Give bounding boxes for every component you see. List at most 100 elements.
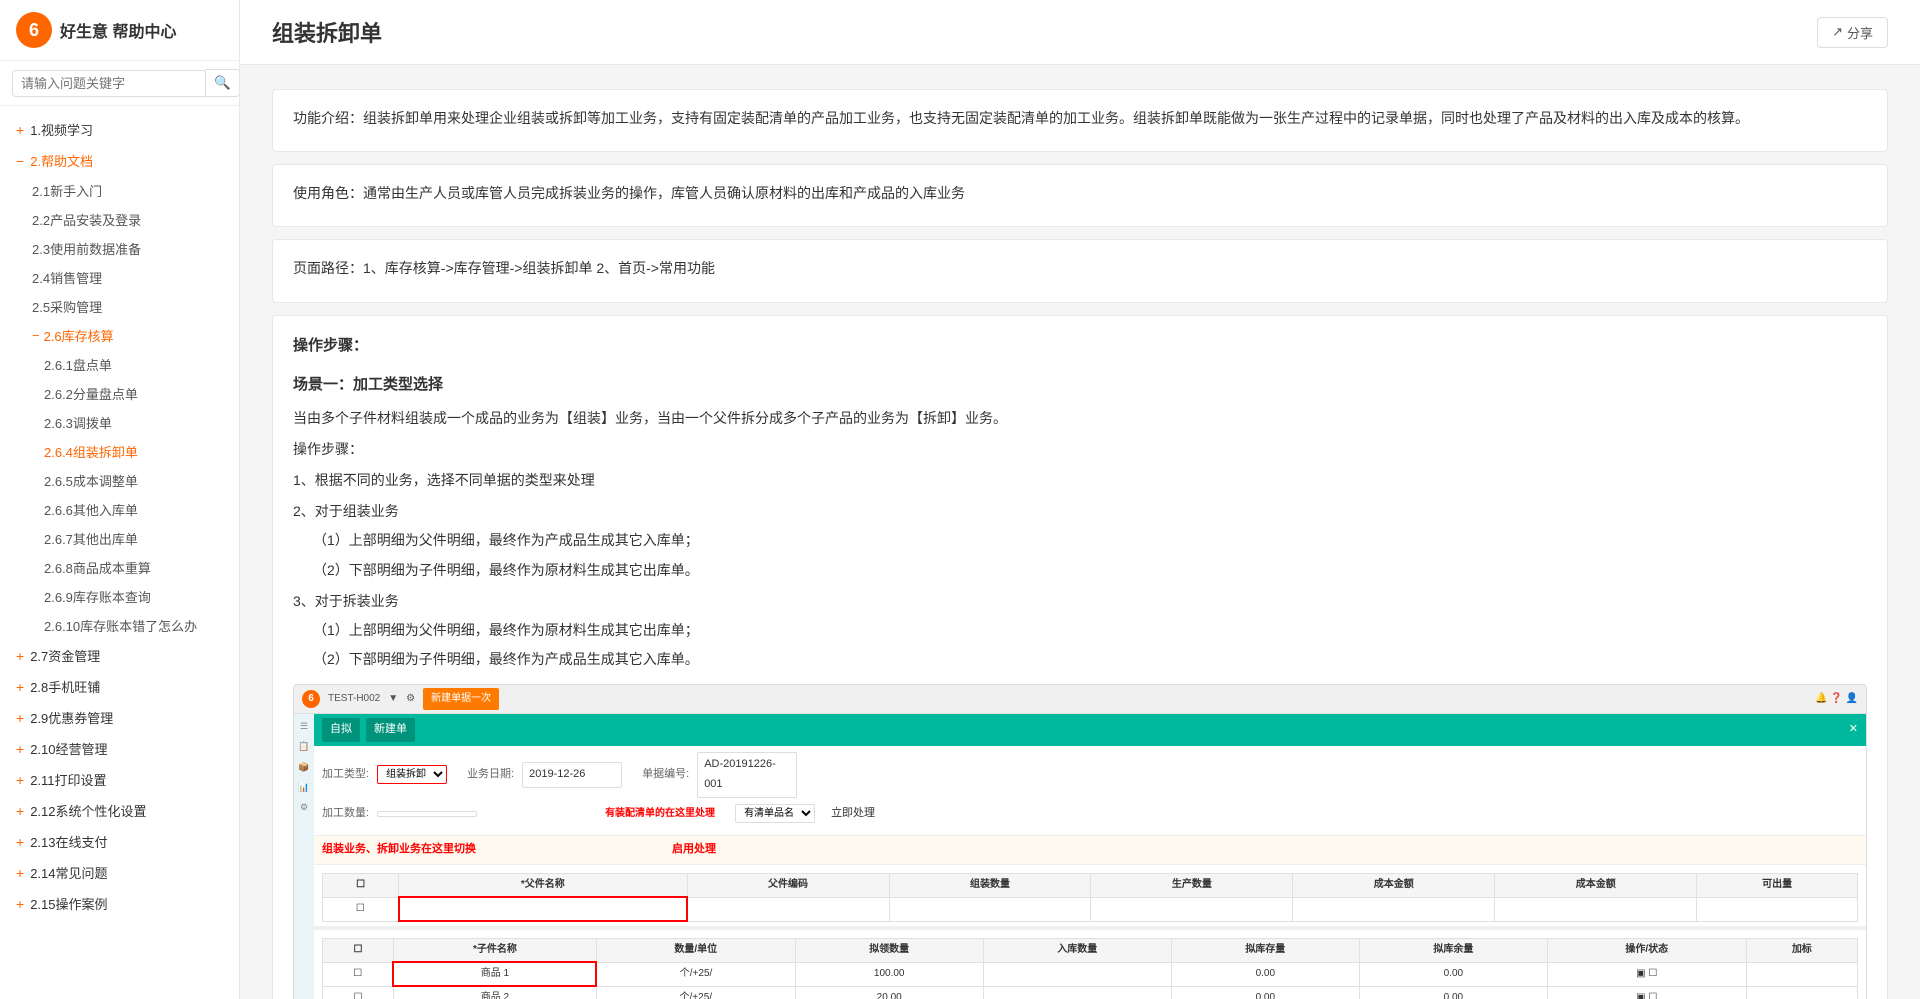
mock-th-qty: 组装数量	[889, 874, 1091, 898]
mock-nav-icon-3: 📦	[298, 759, 309, 775]
minus-icon: −	[16, 153, 24, 169]
sidebar-item-label: 2.帮助文档	[30, 151, 93, 170]
mock-parent-input[interactable]	[513, 903, 573, 914]
mock-ltd-cb-1: ☐	[323, 962, 394, 986]
sidebar-sub-label: 2.4销售管理	[32, 268, 102, 287]
mock-td-checkbox: ☐	[323, 897, 399, 921]
mock-ltd-pr-2: 0.00	[1359, 986, 1547, 999]
sidebar-item-sales[interactable]: 2.4销售管理	[0, 263, 239, 292]
mock-lower-header-row: ☐ *子件名称 数量/单位 拟领数量 入库数量 拟库存量 拟库余量 操作/状态	[323, 939, 1858, 963]
mock-lower-thead: ☐ *子件名称 数量/单位 拟领数量 入库数量 拟库存量 拟库余量 操作/状态	[323, 939, 1858, 963]
sidebar-item-otheroutstock[interactable]: 2.6.7其他出库单	[0, 524, 239, 553]
mock-upper-thead: ☐ *父件名称 父件编码 组装数量 生产数量 成本金额 成本金额 可出量	[323, 874, 1858, 898]
mock-nav-icon-2: 📋	[298, 738, 309, 754]
sidebar-item-transfer[interactable]: 2.6.3调拨单	[0, 408, 239, 437]
sidebar-item-cases[interactable]: + 2.15操作案例	[0, 888, 239, 919]
mock-th-parent-code: 父件编码	[687, 874, 889, 898]
plus-icon: +	[16, 803, 24, 819]
sidebar-item-finance[interactable]: + 2.7资金管理	[0, 640, 239, 671]
sidebar-item-customize[interactable]: + 2.12系统个性化设置	[0, 795, 239, 826]
sidebar-item-costadjust[interactable]: 2.6.5成本调整单	[0, 466, 239, 495]
sidebar-item-faq[interactable]: + 2.14常见问题	[0, 857, 239, 888]
sidebar-item-install[interactable]: 2.2产品安装及登录	[0, 205, 239, 234]
sidebar-item-inventory[interactable]: − 2.6库存核算	[0, 321, 239, 350]
mock-select-clearlist[interactable]: 有清单品名	[735, 804, 815, 823]
logo-text: 好生意 帮助中心	[60, 18, 176, 42]
sidebar-item-costrecalc[interactable]: 2.6.8商品成本重算	[0, 553, 239, 582]
mock-ltd-ps-2: 0.00	[1171, 986, 1359, 999]
mock-ltd-ops-1: ▣ ☐	[1547, 962, 1746, 986]
main-panel: 组装拆卸单 ↗ 分享 功能介绍：组装拆卸单用来处理企业组装或拆卸等加工业务，支持…	[240, 0, 1920, 999]
sidebar-item-bookfix[interactable]: 2.6.10库存账本错了怎么办	[0, 611, 239, 640]
search-button[interactable]: 🔍	[206, 69, 240, 97]
sidebar-item-newuser[interactable]: 2.1新手入门	[0, 176, 239, 205]
sidebar-item-purchase[interactable]: 2.5采购管理	[0, 292, 239, 321]
share-button[interactable]: ↗ 分享	[1817, 17, 1888, 48]
plus-icon: +	[16, 648, 24, 664]
sidebar-sub-label: 2.2产品安装及登录	[32, 210, 141, 229]
intro-text-3: 页面路径：1、库存核算->库存管理->组装拆卸单 2、首页->常用功能	[293, 256, 1867, 281]
step2-sub2: （2）下部明细为子件明细，最终作为原材料生成其它出库单。	[313, 558, 1867, 583]
mock-td-cost2	[1495, 897, 1697, 921]
step2-text: 2、对于组装业务	[293, 499, 1867, 524]
mock-ltd-flag-1	[1746, 962, 1857, 986]
mock-form-area: 加工类型: 组装拆卸 业务日期: 2019-12-26 单据编号: AD-201…	[314, 746, 1866, 836]
mock-lth-opstate: 操作/状态	[1547, 939, 1746, 963]
sidebar-item-payment[interactable]: + 2.13在线支付	[0, 826, 239, 857]
intro-box-1: 功能介绍：组装拆卸单用来处理企业组装或拆卸等加工业务，支持有固定装配清单的产品加…	[272, 89, 1888, 152]
plus-icon: +	[16, 710, 24, 726]
table-row: ☐ 商品 1 个/+25/ 100.00 0.00 0.00 ▣ ☐	[323, 962, 1858, 986]
sidebar-item-assembly[interactable]: 2.6.4组装拆卸单	[0, 437, 239, 466]
mock-icons-right: 🔔 ❓ 👤	[1815, 690, 1858, 708]
step3-text: 3、对于拆装业务	[293, 589, 1867, 614]
intro-text-1: 功能介绍：组装拆卸单用来处理企业组装或拆卸等加工业务，支持有固定装配清单的产品加…	[293, 106, 1867, 131]
mock-store-id: TEST-H002	[328, 690, 380, 708]
step2-sub1: （1）上部明细为父件明细，最终作为产成品生成其它入库单；	[313, 528, 1867, 553]
mock-lth-planqty: 拟领数量	[795, 939, 983, 963]
sidebar-sub-label: 2.1新手入门	[32, 181, 102, 200]
sidebar-item-mobile[interactable]: + 2.8手机旺铺	[0, 671, 239, 702]
sidebar: 6 好生意 帮助中心 🔍 + 1.视频学习 − 2.帮助文档 2.1新手入门 2…	[0, 0, 240, 999]
sidebar-item-stockcount[interactable]: 2.6.1盘点单	[0, 350, 239, 379]
mock-logo-icon: 6	[302, 690, 320, 708]
mock-tab-new: 新建单	[366, 718, 415, 742]
mock-upper-table-area: ☐ *父件名称 父件编码 组装数量 生产数量 成本金额 成本金额 可出量	[314, 865, 1866, 926]
mock-dropdown-icon: ▼	[388, 690, 398, 708]
sidebar-sub-label: 2.5采购管理	[32, 297, 102, 316]
mock-lower-tbody: ☐ 商品 1 个/+25/ 100.00 0.00 0.00 ▣ ☐	[323, 962, 1858, 999]
sidebar-sub-label: 2.6库存核算	[44, 326, 114, 345]
plus-icon: +	[16, 741, 24, 757]
mock-ltd-ps-1: 0.00	[1171, 962, 1359, 986]
search-input[interactable]	[12, 70, 206, 97]
search-bar: 🔍	[0, 61, 239, 106]
mock-screenshot: 6 TEST-H002 ▼ ⚙ 新建单据一次 🔔 ❓ 👤 ☰ 📋	[294, 685, 1866, 999]
mock-ltd-name-1: 商品 1	[393, 962, 596, 986]
intro-box-3: 页面路径：1、库存核算->库存管理->组装拆卸单 2、首页->常用功能	[272, 239, 1888, 302]
sidebar-item-inventorybook[interactable]: 2.6.9库存账本查询	[0, 582, 239, 611]
steps-box: 操作步骤： 场景一：加工类型选择 当由多个子件材料组装成一个成品的业务为【组装】…	[272, 315, 1888, 999]
sidebar-item-docs[interactable]: − 2.帮助文档	[0, 145, 239, 176]
mock-ltd-plan-2: 20.00	[795, 986, 983, 999]
sidebar-item-partcount[interactable]: 2.6.2分量盘点单	[0, 379, 239, 408]
mock-upper-header-row: ☐ *父件名称 父件编码 组装数量 生产数量 成本金额 成本金额 可出量	[323, 874, 1858, 898]
mock-upper-table: ☐ *父件名称 父件编码 组装数量 生产数量 成本金额 成本金额 可出量	[322, 873, 1858, 922]
mock-nav-icon-4: 📊	[298, 779, 309, 795]
sidebar-item-operations[interactable]: + 2.10经营管理	[0, 733, 239, 764]
mock-label-id: 单据编号:	[642, 765, 689, 785]
sidebar-item-print[interactable]: + 2.11打印设置	[0, 764, 239, 795]
mock-lower-table: ☐ *子件名称 数量/单位 拟领数量 入库数量 拟库存量 拟库余量 操作/状态	[322, 938, 1858, 999]
sidebar-item-coupon[interactable]: + 2.9优惠券管理	[0, 702, 239, 733]
mock-lth-child-name: *子件名称	[393, 939, 596, 963]
mock-ltd-cb-2: ☐	[323, 986, 394, 999]
table-row: ☐ 商品 2 个/+25/ 20.00 0.00 0.00 ▣ ☐	[323, 986, 1858, 999]
sidebar-item-label: 1.视频学习	[30, 120, 93, 139]
mock-ltd-name-2: 商品 2	[393, 986, 596, 999]
mock-th-parent-name: *父件名称	[399, 874, 687, 898]
sidebar-item-dataprep[interactable]: 2.3使用前数据准备	[0, 234, 239, 263]
sidebar-item-video[interactable]: + 1.视频学习	[0, 114, 239, 145]
mock-ltd-plan-1: 100.00	[795, 962, 983, 986]
mock-lth-unit: 数量/单位	[596, 939, 795, 963]
mock-settings-icon: ⚙	[406, 690, 415, 708]
mock-select-type[interactable]: 组装拆卸	[377, 765, 447, 784]
sidebar-item-otherinstock[interactable]: 2.6.6其他入库单	[0, 495, 239, 524]
